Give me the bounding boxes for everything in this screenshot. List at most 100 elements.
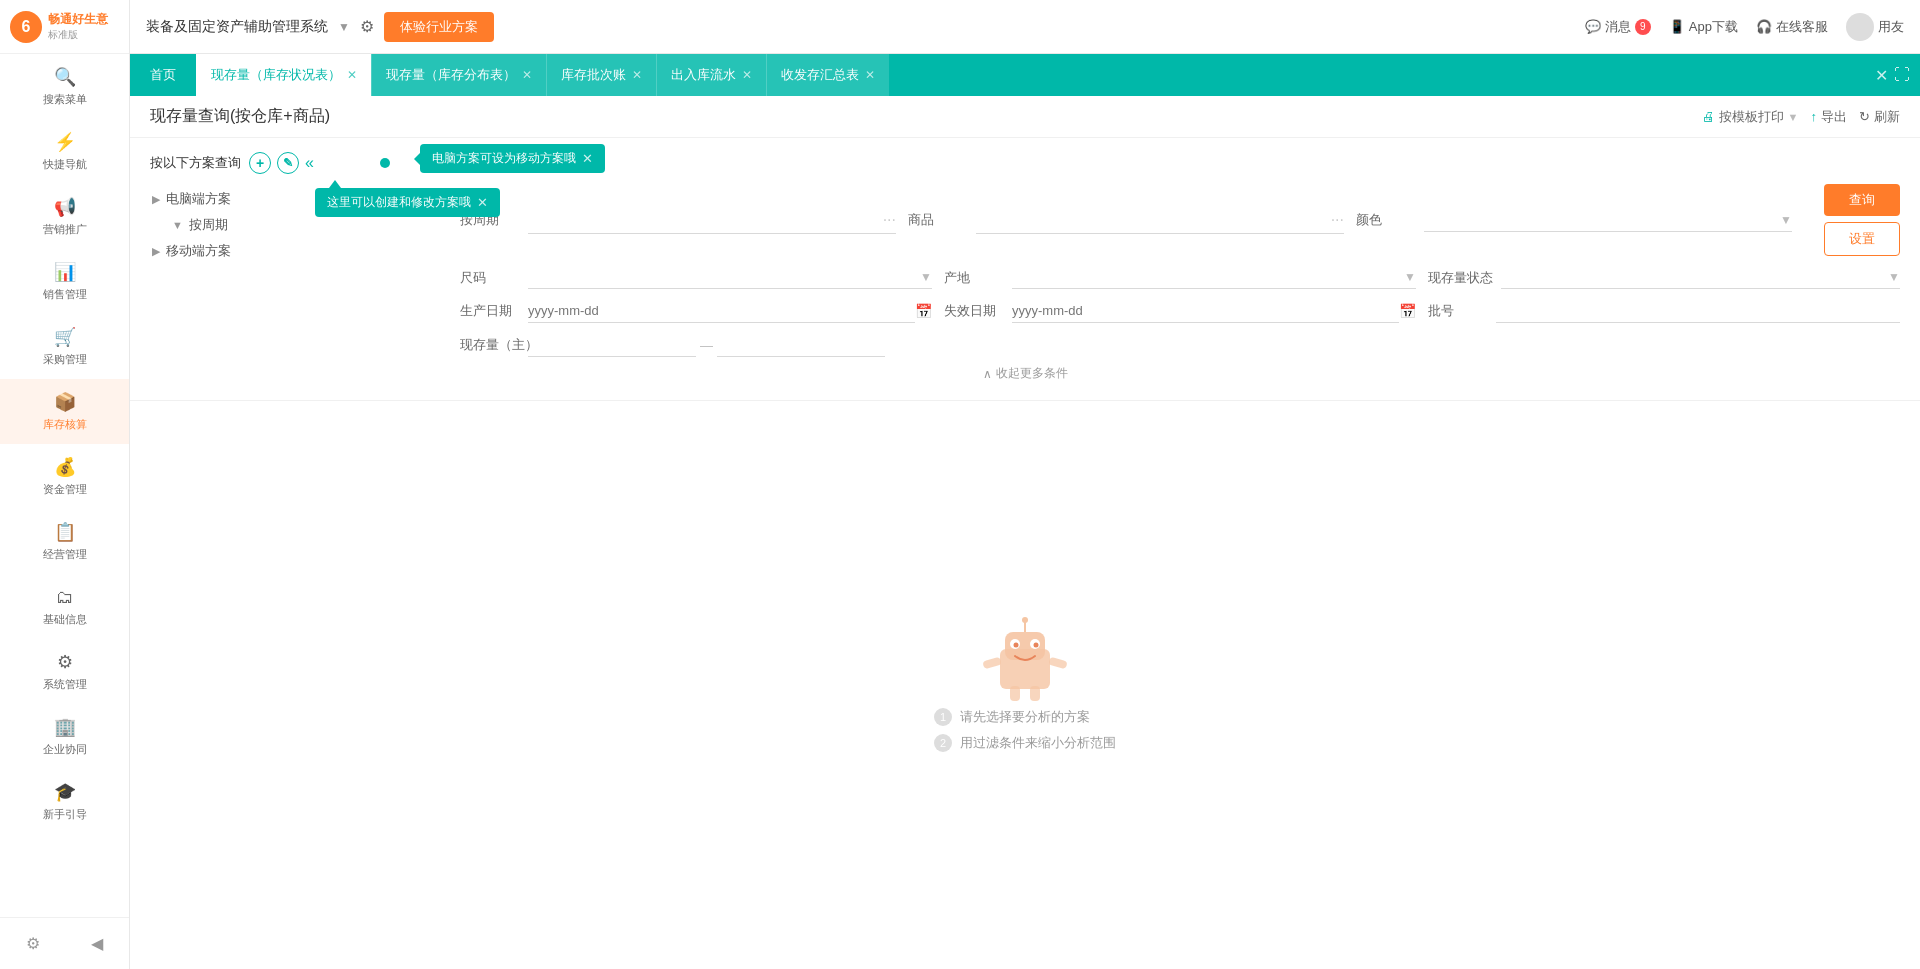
purchase-icon: 🛒 xyxy=(54,326,76,348)
collapse-label: 收起更多条件 xyxy=(996,365,1068,382)
sidebar-item-finance[interactable]: 💰资金管理 xyxy=(0,444,129,509)
sidebar-item-system[interactable]: ⚙系统管理 xyxy=(0,639,129,704)
reset-button[interactable]: 设置 xyxy=(1824,222,1900,256)
sidebar-item-sales[interactable]: 📊销售管理 xyxy=(0,249,129,314)
user-label: 用友 xyxy=(1878,18,1904,36)
tab-receive-send-close[interactable]: ✕ xyxy=(865,68,875,82)
tooltip-edit-scheme: 这里可以创建和修改方案哦 ✕ xyxy=(315,188,500,217)
expire-date-cal-icon[interactable]: 📅 xyxy=(1399,303,1416,319)
tabs-close-all-icon[interactable]: ✕ xyxy=(1875,66,1888,85)
tab-batch-ledger-close[interactable]: ✕ xyxy=(632,68,642,82)
app-download-item[interactable]: 📱 App下载 xyxy=(1669,18,1738,36)
edit-scheme-button[interactable]: ✎ xyxy=(277,152,299,174)
stock-status-select[interactable]: ▼ xyxy=(1501,266,1900,289)
print-button[interactable]: 🖨 按模板打印 ▼ xyxy=(1702,108,1799,126)
tooltip2-close[interactable]: ✕ xyxy=(477,195,488,210)
tab-inventory-dist-close[interactable]: ✕ xyxy=(522,68,532,82)
sidebar-item-basic[interactable]: 🗂基础信息 xyxy=(0,574,129,639)
sidebar-item-purchase[interactable]: 🛒采购管理 xyxy=(0,314,129,379)
scheme-desktop-arrow: ▶ xyxy=(152,193,160,206)
color-select[interactable]: ▼ xyxy=(1424,209,1792,232)
messages-item[interactable]: 💬 消息 9 xyxy=(1585,18,1651,36)
message-badge: 9 xyxy=(1635,19,1651,35)
tab-batch-ledger-label: 库存批次账 xyxy=(561,66,626,84)
sidebar-item-guide[interactable]: 🎓新手引导 xyxy=(0,769,129,834)
collapse-row: ∧ 收起更多条件 xyxy=(150,357,1900,386)
origin-select[interactable]: ▼ xyxy=(1012,266,1416,289)
export-button[interactable]: ↑ 导出 xyxy=(1811,108,1848,126)
sidebar-item-marketing[interactable]: 📢营销推广 xyxy=(0,184,129,249)
main-area: 装备及固定资产辅助管理系统 ▼ ⚙ 体验行业方案 💬 消息 9 📱 App下载 … xyxy=(130,0,1920,969)
sidebar-item-operations[interactable]: 📋经营管理 xyxy=(0,509,129,574)
system-name: 装备及固定资产辅助管理系统 xyxy=(146,18,328,36)
sidebar-item-inventory[interactable]: 📦库存核算 xyxy=(0,379,129,444)
goods-select[interactable]: ··· xyxy=(976,207,1344,234)
user-avatar xyxy=(1846,13,1874,41)
gear-button[interactable]: ⚙ xyxy=(360,17,374,36)
tab-batch-ledger[interactable]: 库存批次账 ✕ xyxy=(546,54,656,96)
scheme-arrow-button[interactable]: « xyxy=(305,154,314,172)
inventory-label: 库存核算 xyxy=(43,417,87,432)
support-item[interactable]: 🎧 在线客服 xyxy=(1756,18,1828,36)
color-label: 颜色 xyxy=(1356,211,1416,229)
warehouse-select[interactable]: ··· xyxy=(528,207,896,234)
sidebar-item-search[interactable]: 🔍搜索菜单 xyxy=(0,54,129,119)
basic-icon: 🗂 xyxy=(54,586,76,608)
field-prod-date: 生产日期 📅 xyxy=(460,299,932,323)
tab-inventory-status-close[interactable]: ✕ xyxy=(347,68,357,82)
collapse-icon[interactable]: ◀ xyxy=(87,930,107,957)
field-origin: 产地 ▼ xyxy=(944,266,1416,289)
filter-row-1: 按周期 ··· 商品 ··· 颜色 xyxy=(460,184,1900,256)
step2-num: 2 xyxy=(934,734,952,752)
field-stock-status: 现存量状态 ▼ xyxy=(1428,266,1900,289)
sidebar-item-enterprise[interactable]: 🏢企业协同 xyxy=(0,704,129,769)
stock-main-min-input[interactable] xyxy=(528,337,696,352)
expire-date-label: 失效日期 xyxy=(944,302,1004,320)
step1-num: 1 xyxy=(934,708,952,726)
color-chevron-icon: ▼ xyxy=(1780,213,1792,227)
user-item[interactable]: 用友 xyxy=(1846,13,1904,41)
prod-date-start-input[interactable] xyxy=(528,303,915,318)
sidebar-item-quick-nav[interactable]: ⚡快捷导航 xyxy=(0,119,129,184)
svg-rect-8 xyxy=(1010,686,1020,701)
export-icon: ↑ xyxy=(1811,109,1818,124)
size-select[interactable]: ▼ xyxy=(528,266,932,289)
tabs-expand-icon[interactable]: ⛶ xyxy=(1894,66,1910,84)
tab-receive-send[interactable]: 收发存汇总表✕ xyxy=(766,54,889,96)
goods-dots-icon[interactable]: ··· xyxy=(1331,211,1344,229)
marketing-icon: 📢 xyxy=(54,196,76,218)
query-button[interactable]: 查询 xyxy=(1824,184,1900,216)
trial-button[interactable]: 体验行业方案 xyxy=(384,12,494,42)
tooltip-desktop-scheme: 电脑方案可设为移动方案哦 ✕ xyxy=(420,144,605,173)
tab-in-out-flow[interactable]: 出入库流水✕ xyxy=(656,54,766,96)
tab-inventory-dist[interactable]: 现存量（库存分布表）✕ xyxy=(371,54,546,96)
sidebar-nav: 🔍搜索菜单⚡快捷导航📢营销推广📊销售管理🛒采购管理📦库存核算💰资金管理📋经营管理… xyxy=(0,54,129,917)
tab-inventory-status[interactable]: 现存量（库存状况表）✕ xyxy=(196,54,371,96)
app-label: App下载 xyxy=(1689,18,1738,36)
tab-home[interactable]: 首页 xyxy=(130,54,196,96)
page-actions: 🖨 按模板打印 ▼ ↑ 导出 ↻ 刷新 xyxy=(1702,108,1900,126)
collapse-icon: ∧ xyxy=(983,367,992,381)
expire-date-start-input[interactable] xyxy=(1012,303,1399,318)
scheme-mobile-arrow: ▶ xyxy=(152,245,160,258)
add-scheme-button[interactable]: + xyxy=(249,152,271,174)
sales-icon: 📊 xyxy=(54,261,76,283)
field-color: 颜色 ▼ xyxy=(1356,209,1792,232)
warehouse-dots-icon[interactable]: ··· xyxy=(883,211,896,229)
settings-icon[interactable]: ⚙ xyxy=(22,930,44,957)
refresh-button[interactable]: ↻ 刷新 xyxy=(1859,108,1900,126)
batch-input[interactable] xyxy=(1496,299,1900,323)
tooltip2-text: 这里可以创建和修改方案哦 xyxy=(327,194,471,211)
tab-in-out-flow-close[interactable]: ✕ xyxy=(742,68,752,82)
prod-date-cal-icon[interactable]: 📅 xyxy=(915,303,932,319)
size-label: 尺码 xyxy=(460,269,520,287)
support-label: 在线客服 xyxy=(1776,18,1828,36)
tooltip1-close[interactable]: ✕ xyxy=(582,151,593,166)
tabs-controls: ✕ ⛶ xyxy=(1865,66,1920,85)
content-area: 现存量查询(按仓库+商品) 🖨 按模板打印 ▼ ↑ 导出 ↻ 刷新 xyxy=(130,96,1920,969)
system-dropdown-icon[interactable]: ▼ xyxy=(338,20,350,34)
tooltip1-text: 电脑方案可设为移动方案哦 xyxy=(432,150,576,167)
goods-label: 商品 xyxy=(908,211,968,229)
stock-main-max-input[interactable] xyxy=(717,337,885,352)
collapse-button[interactable]: ∧ 收起更多条件 xyxy=(983,365,1068,382)
